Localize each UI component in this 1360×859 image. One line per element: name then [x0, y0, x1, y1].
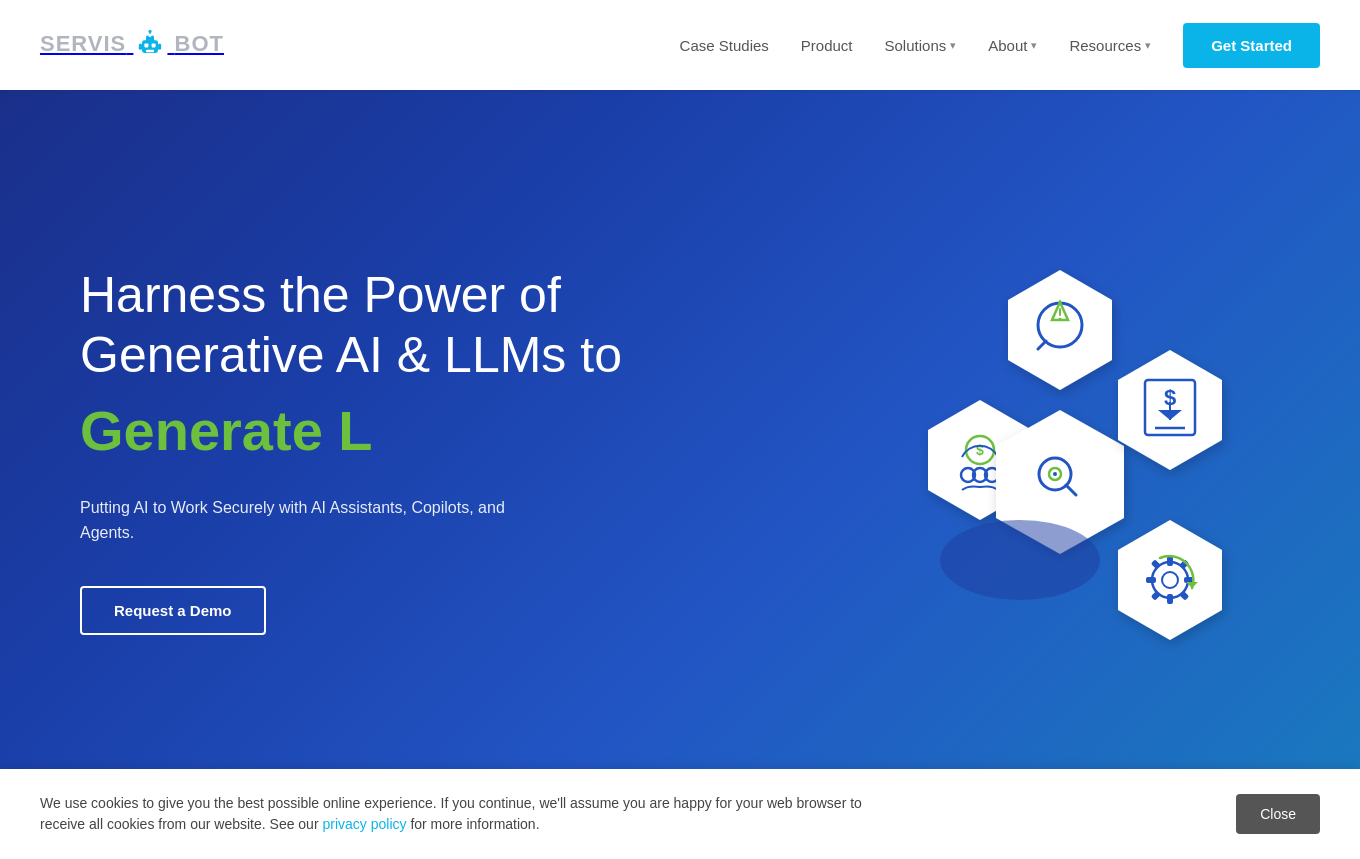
svg-point-2: [149, 34, 152, 37]
about-chevron-icon: ▾: [1031, 39, 1037, 52]
get-started-button[interactable]: Get Started: [1183, 23, 1320, 68]
cookie-text: We use cookies to give you the best poss…: [40, 793, 890, 835]
close-cookie-button[interactable]: Close: [1236, 794, 1320, 834]
nav-solutions[interactable]: Solutions ▾: [885, 37, 957, 54]
svg-rect-6: [152, 43, 156, 47]
svg-rect-9: [158, 43, 161, 49]
hero-graphic: $ $: [820, 210, 1300, 690]
logo-suffix-text: BOT: [175, 31, 224, 56]
hero-title: Harness the Power of Generative AI & LLM…: [80, 265, 622, 385]
nav-case-studies[interactable]: Case Studies: [680, 37, 769, 54]
bg-blob-left: [940, 520, 1100, 600]
nav-about[interactable]: About ▾: [988, 37, 1037, 54]
hero-section: Harness the Power of Generative AI & LLM…: [0, 90, 1360, 810]
logo[interactable]: SERVIS BOT: [40, 29, 224, 61]
svg-rect-32: [1167, 594, 1173, 604]
request-demo-button[interactable]: Request a Demo: [80, 586, 266, 635]
svg-text:$: $: [976, 442, 984, 458]
logo-suffix: [126, 31, 174, 56]
svg-point-4: [149, 30, 152, 33]
svg-rect-5: [145, 43, 149, 47]
robot-icon: [134, 29, 166, 61]
navbar: SERVIS BOT Case Studies: [0, 0, 1360, 90]
cookie-banner: We use cookies to give you the best poss…: [0, 769, 1360, 859]
svg-point-14: [1059, 318, 1062, 321]
svg-rect-8: [139, 43, 142, 49]
hero-content: Harness the Power of Generative AI & LLM…: [80, 265, 622, 634]
hex-top: [1008, 270, 1112, 390]
nav-product[interactable]: Product: [801, 37, 853, 54]
hex-right-bottom: [1118, 520, 1222, 640]
nav-links: Case Studies Product Solutions ▾ About ▾…: [680, 23, 1320, 68]
hexagon-cluster-svg: $ $: [820, 210, 1300, 690]
nav-resources[interactable]: Resources ▾: [1069, 37, 1151, 54]
svg-rect-13: [1059, 308, 1061, 316]
logo-prefix: SERVIS: [40, 31, 126, 56]
hero-animated-text: Generate L: [80, 397, 622, 464]
svg-rect-33: [1146, 577, 1156, 583]
resources-chevron-icon: ▾: [1145, 39, 1151, 52]
solutions-chevron-icon: ▾: [950, 39, 956, 52]
svg-rect-7: [146, 50, 154, 52]
hero-subtitle: Putting AI to Work Securely with AI Assi…: [80, 495, 560, 546]
svg-point-23: [1053, 472, 1057, 476]
logo-text: SERVIS BOT: [40, 29, 224, 61]
privacy-policy-link[interactable]: privacy policy: [322, 816, 406, 832]
